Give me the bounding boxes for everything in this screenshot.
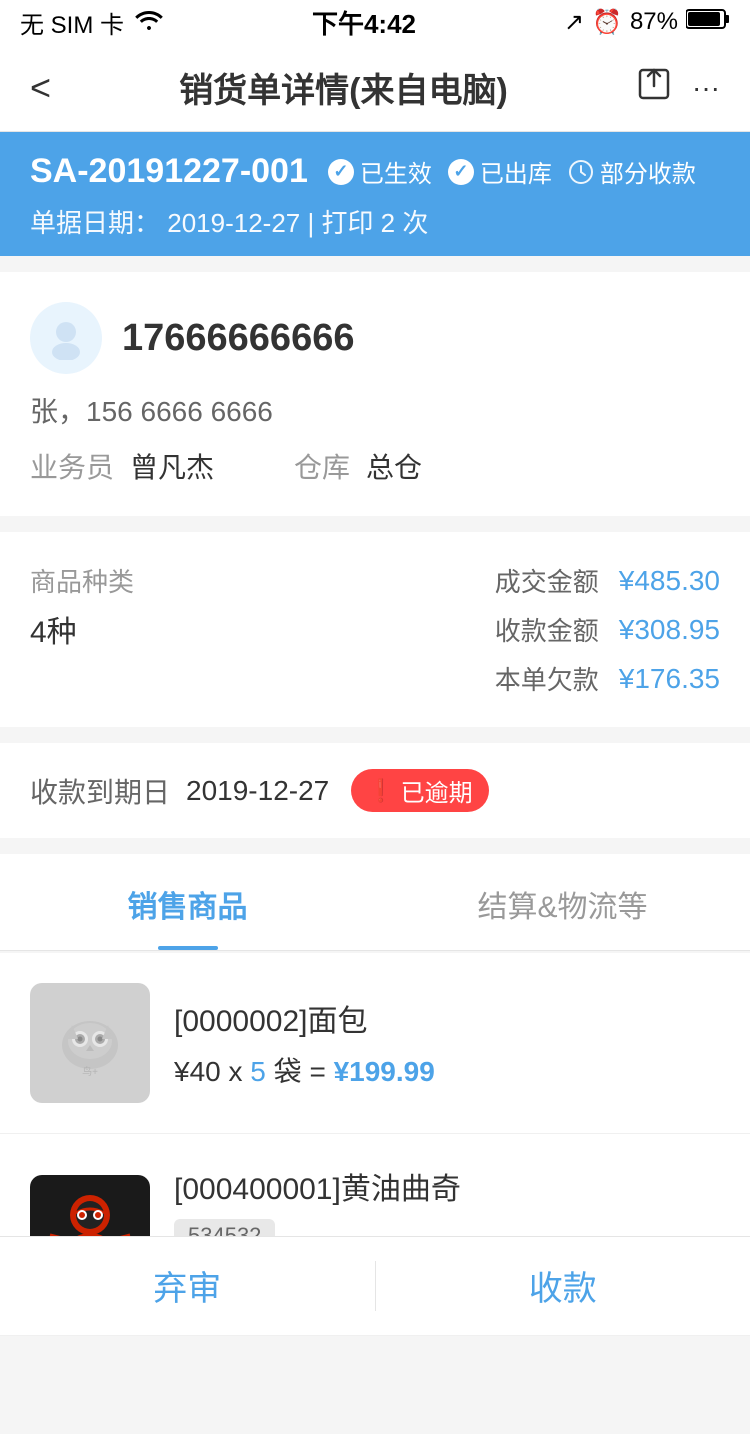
total-1: ¥199.99 bbox=[334, 1056, 435, 1087]
status-partial-label: 部分收款 bbox=[600, 154, 696, 189]
tabs-section: 销售商品 结算&物流等 bbox=[0, 854, 750, 951]
tab-settlement-label: 结算&物流等 bbox=[477, 891, 647, 924]
due-section: 收款到期日 2019-12-27 ❗ 已逾期 bbox=[0, 743, 750, 838]
stats-section: 商品种类 4种 成交金额 ¥485.30 收款金额 ¥308.95 本单欠款 ¥… bbox=[0, 532, 750, 727]
eq-1: = bbox=[309, 1056, 333, 1087]
clock-icon bbox=[568, 159, 594, 185]
status-tags: 已生效 已出库 部分收款 bbox=[328, 154, 696, 189]
customer-id: 17666666666 bbox=[122, 317, 354, 360]
page-title: 销货单详情(来自电脑) bbox=[179, 63, 508, 112]
price-x-1: x bbox=[229, 1056, 251, 1087]
battery-icon bbox=[686, 8, 730, 37]
sim-status: 无 SIM 卡 bbox=[20, 5, 124, 40]
due-label: 收款到期日 bbox=[30, 771, 170, 811]
owed-label: 本单欠款 bbox=[495, 660, 599, 697]
product-name-2: [000400001]黄油曲奇 bbox=[174, 1164, 720, 1208]
status-effective-label: 已生效 bbox=[360, 154, 432, 189]
overdue-icon: ❗ bbox=[367, 778, 394, 804]
received-row: 收款金额 ¥308.95 bbox=[495, 611, 720, 648]
deal-value: ¥485.30 bbox=[619, 565, 720, 597]
status-partial: 部分收款 bbox=[568, 154, 696, 189]
salesperson-item: 业务员 曾凡杰 bbox=[30, 446, 214, 486]
customer-row: 17666666666 bbox=[30, 302, 720, 374]
unit-1: 袋 bbox=[274, 1056, 302, 1087]
alarm-icon: ⏰ bbox=[592, 8, 622, 37]
header-date-row: 单据日期： 2019-12-27 | 打印 2 次 bbox=[30, 203, 720, 240]
status-time: 下午4:42 bbox=[312, 4, 416, 41]
header-banner: SA-20191227-001 已生效 已出库 部分收款 单据日期： 2019-… bbox=[0, 132, 750, 256]
header-top: SA-20191227-001 已生效 已出库 部分收款 bbox=[30, 152, 720, 191]
order-id: SA-20191227-001 bbox=[30, 152, 308, 191]
owed-value: ¥176.35 bbox=[619, 663, 720, 695]
battery-level: 87% bbox=[630, 8, 678, 36]
due-date: 2019-12-27 bbox=[186, 775, 329, 807]
customer-section: 17666666666 张，156 6666 6666 业务员 曾凡杰 仓库 总… bbox=[0, 272, 750, 516]
product-price-1: ¥40 x 5 袋 = ¥199.99 bbox=[174, 1050, 720, 1090]
bottom-bar: 弃审 收款 bbox=[0, 1236, 750, 1334]
stats-left: 商品种类 4种 bbox=[30, 562, 134, 651]
check-icon-2 bbox=[448, 159, 474, 185]
product-item: 鸟+ [0000002]面包 ¥40 x 5 袋 = ¥199.99 bbox=[0, 953, 750, 1134]
customer-contact: 张，156 6666 6666 bbox=[30, 390, 720, 430]
warehouse-label: 仓库 bbox=[294, 446, 350, 486]
type-count: 4种 bbox=[30, 607, 134, 651]
location-icon: ↗ bbox=[564, 8, 584, 37]
nav-bar: < 销货单详情(来自电脑) ··· bbox=[0, 44, 750, 132]
nav-actions: ··· bbox=[636, 66, 720, 109]
product-info-1: [0000002]面包 ¥40 x 5 袋 = ¥199.99 bbox=[174, 996, 720, 1090]
status-right: ↗ ⏰ 87% bbox=[564, 8, 730, 37]
warehouse-value: 总仓 bbox=[366, 446, 422, 486]
back-button[interactable]: < bbox=[30, 67, 51, 109]
stats-right: 成交金额 ¥485.30 收款金额 ¥308.95 本单欠款 ¥176.35 bbox=[495, 562, 720, 697]
warehouse-item: 仓库 总仓 bbox=[294, 446, 422, 486]
deal-label: 成交金额 bbox=[495, 562, 599, 599]
owed-row: 本单欠款 ¥176.35 bbox=[495, 660, 720, 697]
customer-meta: 业务员 曾凡杰 仓库 总仓 bbox=[30, 446, 720, 486]
status-effective: 已生效 bbox=[328, 154, 432, 189]
confirm-button[interactable]: 收款 bbox=[376, 1237, 750, 1334]
more-button[interactable]: ··· bbox=[692, 72, 720, 104]
status-bar: 无 SIM 卡 下午4:42 ↗ ⏰ 87% bbox=[0, 0, 750, 44]
overdue-badge: ❗ 已逾期 bbox=[351, 769, 488, 812]
received-value: ¥308.95 bbox=[619, 614, 720, 646]
price-unit-1: ¥40 bbox=[174, 1056, 221, 1087]
product-thumb-1: 鸟+ bbox=[30, 983, 150, 1103]
share-button[interactable] bbox=[636, 66, 672, 109]
product-name-1: [0000002]面包 bbox=[174, 996, 720, 1040]
overdue-label: 已逾期 bbox=[401, 773, 473, 808]
quantity-1: 5 bbox=[250, 1056, 266, 1087]
type-label: 商品种类 bbox=[30, 562, 134, 599]
customer-avatar bbox=[30, 302, 102, 374]
received-label: 收款金额 bbox=[495, 611, 599, 648]
print-info: | 打印 2 次 bbox=[307, 208, 428, 238]
tab-products-label: 销售商品 bbox=[128, 891, 248, 924]
status-shipped: 已出库 bbox=[448, 154, 552, 189]
date-value: 2019-12-27 bbox=[167, 208, 300, 238]
status-left: 无 SIM 卡 bbox=[20, 5, 164, 40]
salesperson-label: 业务员 bbox=[30, 446, 114, 486]
date-label: 单据日期： bbox=[30, 208, 160, 238]
deal-row: 成交金额 ¥485.30 bbox=[495, 562, 720, 599]
check-icon-1 bbox=[328, 159, 354, 185]
tab-products[interactable]: 销售商品 bbox=[0, 854, 375, 950]
tab-settlement[interactable]: 结算&物流等 bbox=[375, 854, 750, 950]
cancel-button[interactable]: 弃审 bbox=[0, 1237, 375, 1334]
svg-text:鸟+: 鸟+ bbox=[82, 1065, 98, 1078]
salesperson-value: 曾凡杰 bbox=[130, 446, 214, 486]
wifi-icon bbox=[134, 8, 164, 37]
status-shipped-label: 已出库 bbox=[480, 154, 552, 189]
